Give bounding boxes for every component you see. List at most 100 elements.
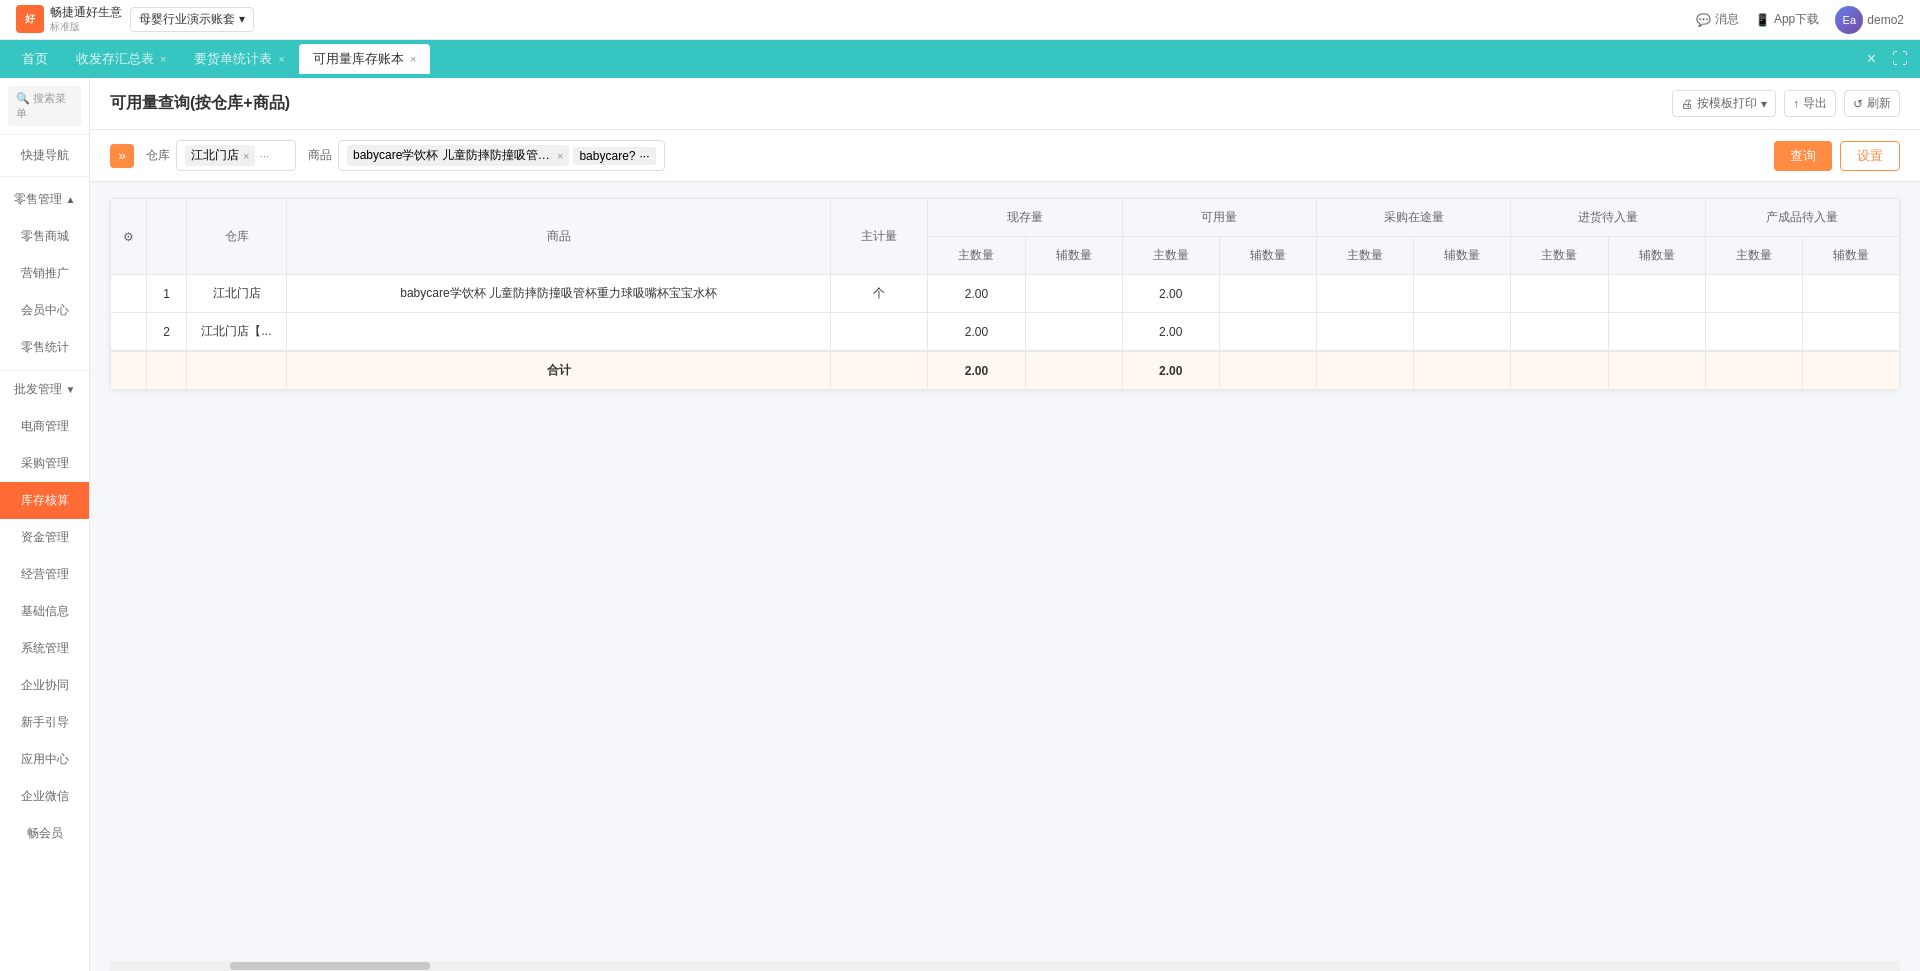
tab-keyongliang-close[interactable]: × xyxy=(410,53,416,65)
warehouse-filter-input[interactable]: 江北门店 × ··· xyxy=(176,140,296,171)
page-title: 可用量查询(按仓库+商品) xyxy=(110,93,290,126)
store-dropdown-icon: ▾ xyxy=(239,12,245,26)
sidebar-item-batch-mgmt[interactable]: 批发管理 ▼ xyxy=(0,371,89,408)
warehouse-filter-label: 仓库 xyxy=(146,147,170,164)
table-settings-icon[interactable]: ⚙ xyxy=(123,230,134,244)
sidebar-item-system[interactable]: 系统管理 xyxy=(0,630,89,667)
row2-pp-main xyxy=(1511,313,1608,352)
product-filter-group: 商品 babycare学饮杯 儿童防摔防撞吸管杯重力球吸嘴杯宝宝水杯 × bab… xyxy=(308,140,665,171)
tab-home[interactable]: 首页 xyxy=(8,44,62,74)
sidebar-item-purchase[interactable]: 采购管理 xyxy=(0,445,89,482)
sidebar-item-enterprise[interactable]: 企业协同 xyxy=(0,667,89,704)
print-btn[interactable]: 🖨 按模板打印 ▾ xyxy=(1672,90,1776,117)
sidebar-item-app-center[interactable]: 应用中心 xyxy=(0,741,89,778)
nav-right-actions: × ⛶ xyxy=(1863,46,1912,72)
row2-prod-aux xyxy=(1802,313,1899,352)
print-icon: 🖨 xyxy=(1681,97,1693,111)
app-download-btn[interactable]: 📱 App下载 xyxy=(1755,11,1819,28)
warehouse-tag-close[interactable]: × xyxy=(243,150,249,162)
vip-label: 畅会员 xyxy=(27,825,63,842)
tab-yaohuo[interactable]: 要货单统计表 × xyxy=(180,44,298,74)
inventory-label: 库存核算 xyxy=(21,492,69,509)
warehouse-more-btn[interactable]: ··· xyxy=(259,149,269,163)
sidebar-search-btn[interactable]: 🔍 搜索菜单 xyxy=(8,86,81,126)
footer-stock-main: 2.00 xyxy=(928,351,1025,390)
footer-label: 合计 xyxy=(287,351,831,390)
data-table: ⚙ 仓库 商品 主计量 现存量 可用量 采购在途量 进货待入量 产成品待入量 主… xyxy=(110,198,1900,390)
filter-toggle-btn[interactable]: » xyxy=(110,144,134,168)
finance-label: 资金管理 xyxy=(21,529,69,546)
product-filter-input[interactable]: babycare学饮杯 儿童防摔防撞吸管杯重力球吸嘴杯宝宝水杯 × babyca… xyxy=(338,140,665,171)
marketing-label: 营销推广 xyxy=(21,265,69,282)
export-btn[interactable]: ↑ 导出 xyxy=(1784,90,1836,117)
enterprise-label: 企业协同 xyxy=(21,677,69,694)
sidebar-item-operations[interactable]: 经营管理 xyxy=(0,556,89,593)
table-row: 1 江北门店 babycare学饮杯 儿童防摔防撞吸管杯重力球吸嘴杯宝宝水杯 个… xyxy=(111,275,1900,313)
sidebar-item-quick-nav[interactable]: 快捷导航 xyxy=(0,139,89,172)
row2-stock-main: 2.00 xyxy=(928,313,1025,352)
row1-avail-main: 2.00 xyxy=(1122,275,1219,313)
close-all-tabs-btn[interactable]: × xyxy=(1863,46,1880,72)
horizontal-scrollbar[interactable] xyxy=(110,961,1900,971)
sidebar-item-newbie[interactable]: 新手引导 xyxy=(0,704,89,741)
app-icon: 📱 xyxy=(1755,13,1770,27)
tab-keyongliang-label: 可用量库存账本 xyxy=(313,50,404,68)
settings-btn[interactable]: 设置 xyxy=(1840,141,1900,171)
store-selector[interactable]: 母婴行业演示账套 ▾ xyxy=(130,7,254,32)
user-name: demo2 xyxy=(1867,13,1904,27)
main-layout: 🔍 搜索菜单 快捷导航 零售管理 ▲ 零售商城 营销推广 会员中心 零售统计 xyxy=(0,78,1920,971)
tab-shoufacun[interactable]: 收发存汇总表 × xyxy=(62,44,180,74)
sidebar-item-inventory[interactable]: 库存核算 xyxy=(0,482,89,519)
row1-main-unit: 个 xyxy=(831,275,928,313)
refresh-btn[interactable]: ↺ 刷新 xyxy=(1844,90,1900,117)
tab-yaohuo-close[interactable]: × xyxy=(278,53,284,65)
sidebar-item-ecommerce[interactable]: 电商管理 xyxy=(0,408,89,445)
row2-seq: 2 xyxy=(147,313,187,352)
newbie-label: 新手引导 xyxy=(21,714,69,731)
sidebar-item-retail-store[interactable]: 零售商城 xyxy=(0,218,89,255)
quick-nav-label: 快捷导航 xyxy=(21,148,69,162)
row1-stock-aux xyxy=(1025,275,1122,313)
tab-shoufacun-close[interactable]: × xyxy=(160,53,166,65)
content-area: 可用量查询(按仓库+商品) 🖨 按模板打印 ▾ ↑ 导出 ↺ 刷新 xyxy=(90,78,1920,971)
sidebar-item-retail-mgmt[interactable]: 零售管理 ▲ xyxy=(0,181,89,218)
retail-mgmt-label: 零售管理 xyxy=(14,191,62,208)
table-footer-row: 合计 2.00 2.00 xyxy=(111,351,1900,390)
tab-keyongliang[interactable]: 可用量库存账本 × xyxy=(299,44,430,74)
product-tag-1-close[interactable]: × xyxy=(557,150,563,162)
user-area[interactable]: Ea demo2 xyxy=(1835,6,1904,34)
ecommerce-label: 电商管理 xyxy=(21,418,69,435)
th-purchase-pending: 进货待入量 xyxy=(1511,199,1705,237)
sidebar-item-marketing[interactable]: 营销推广 xyxy=(0,255,89,292)
row2-avail-aux xyxy=(1219,313,1316,352)
footer-empty3 xyxy=(187,351,287,390)
scrollbar-thumb[interactable] xyxy=(230,962,430,970)
content-header: 可用量查询(按仓库+商品) 🖨 按模板打印 ▾ ↑ 导出 ↺ 刷新 xyxy=(90,78,1920,130)
row2-pt-main xyxy=(1317,313,1414,352)
query-btn[interactable]: 查询 xyxy=(1774,141,1832,171)
footer-pp-aux xyxy=(1608,351,1705,390)
sidebar-item-enterprise-wechat[interactable]: 企业微信 xyxy=(0,778,89,815)
sidebar-item-finance[interactable]: 资金管理 xyxy=(0,519,89,556)
sidebar-item-basics[interactable]: 基础信息 xyxy=(0,593,89,630)
sidebar: 🔍 搜索菜单 快捷导航 零售管理 ▲ 零售商城 营销推广 会员中心 零售统计 xyxy=(0,78,90,971)
basics-label: 基础信息 xyxy=(21,603,69,620)
row2-product xyxy=(287,313,831,352)
row2-pp-aux xyxy=(1608,313,1705,352)
message-btn[interactable]: 💬 消息 xyxy=(1696,11,1739,28)
footer-avail-aux xyxy=(1219,351,1316,390)
row1-warehouse: 江北门店 xyxy=(187,275,287,313)
expand-btn[interactable]: ⛶ xyxy=(1888,46,1912,72)
row2-avail-main: 2.00 xyxy=(1122,313,1219,352)
row2-warehouse: 江北门店【... xyxy=(187,313,287,352)
footer-empty4 xyxy=(831,351,928,390)
sidebar-item-member[interactable]: 会员中心 xyxy=(0,292,89,329)
th-available: 可用量 xyxy=(1122,199,1316,237)
row1-stock-main: 2.00 xyxy=(928,275,1025,313)
avatar: Ea xyxy=(1835,6,1863,34)
th-pp-main-qty: 主数量 xyxy=(1511,237,1608,275)
top-bar-left: 好 畅捷通好生意 标准版 母婴行业演示账套 ▾ xyxy=(16,5,254,33)
sidebar-item-retail-stats[interactable]: 零售统计 xyxy=(0,329,89,366)
th-stock-main-qty: 主数量 xyxy=(928,237,1025,275)
sidebar-item-vip[interactable]: 畅会员 xyxy=(0,815,89,852)
